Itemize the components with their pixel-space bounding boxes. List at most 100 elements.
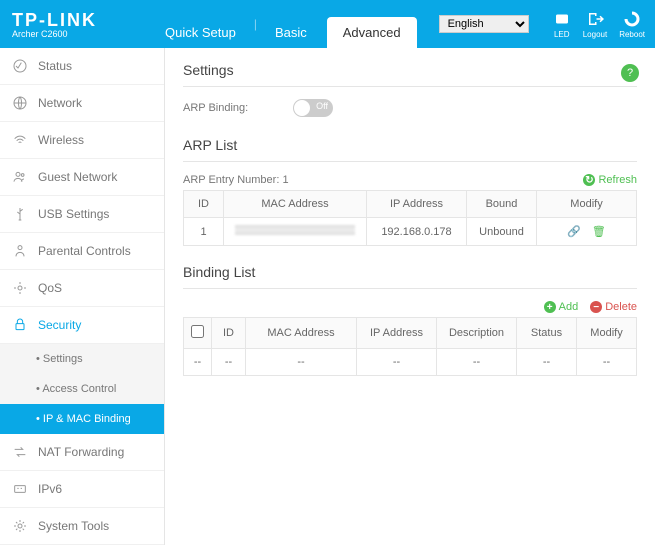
add-button[interactable]: +Add bbox=[544, 301, 579, 313]
nav-wireless-label: Wireless bbox=[38, 133, 84, 147]
language-select[interactable]: English bbox=[439, 15, 529, 33]
nav-nat[interactable]: NAT Forwarding bbox=[0, 434, 164, 471]
sidebar: Status Network Wireless Guest Network US… bbox=[0, 48, 165, 545]
binding-list-title: Binding List bbox=[183, 264, 637, 289]
subnav-settings[interactable]: Settings bbox=[0, 344, 164, 374]
arp-th-modify: Modify bbox=[537, 191, 637, 218]
arp-th-ip: IP Address bbox=[367, 191, 467, 218]
guest-icon bbox=[12, 169, 28, 185]
nav-network-label: Network bbox=[38, 96, 82, 110]
tab-quick-setup[interactable]: Quick Setup bbox=[149, 17, 252, 48]
logout-icon bbox=[586, 10, 604, 28]
bind-th-mac: MAC Address bbox=[246, 318, 357, 349]
arp-th-bound: Bound bbox=[467, 191, 537, 218]
subnav-ip-mac-binding[interactable]: IP & MAC Binding bbox=[0, 404, 164, 434]
nav-status-label: Status bbox=[38, 59, 72, 73]
bind-empty-check: -- bbox=[184, 349, 212, 376]
nav-nat-label: NAT Forwarding bbox=[38, 445, 124, 459]
refresh-icon: ↻ bbox=[583, 174, 595, 186]
arp-cell-bound: Unbound bbox=[467, 218, 537, 246]
nav-usb-label: USB Settings bbox=[38, 207, 109, 221]
arp-binding-toggle[interactable]: Off bbox=[293, 99, 333, 117]
arp-list-table: ID MAC Address IP Address Bound Modify 1… bbox=[183, 190, 637, 246]
nav-qos-label: QoS bbox=[38, 281, 62, 295]
logout-button[interactable]: Logout bbox=[583, 10, 607, 39]
delete-minus-icon: − bbox=[590, 301, 602, 313]
delete-icon[interactable]: 🗑 bbox=[592, 226, 606, 238]
arp-th-id: ID bbox=[184, 191, 224, 218]
nav-qos[interactable]: QoS bbox=[0, 270, 164, 307]
reboot-label: Reboot bbox=[619, 30, 645, 39]
led-icon bbox=[553, 10, 571, 28]
add-icon: + bbox=[544, 301, 556, 313]
arp-cell-modify: 🔗 🗑 bbox=[537, 218, 637, 246]
nav-wireless[interactable]: Wireless bbox=[0, 122, 164, 159]
arp-binding-label: ARP Binding: bbox=[183, 102, 293, 114]
arp-cell-id: 1 bbox=[184, 218, 224, 246]
toggle-off-text: Off bbox=[316, 101, 328, 111]
nav-parental-label: Parental Controls bbox=[38, 244, 131, 258]
reboot-button[interactable]: Reboot bbox=[619, 10, 645, 39]
led-label: LED bbox=[554, 30, 570, 39]
bind-empty-id: -- bbox=[212, 349, 246, 376]
nav-security-label: Security bbox=[38, 318, 81, 332]
nav-ipv6-label: IPv6 bbox=[38, 482, 62, 496]
security-icon bbox=[12, 317, 28, 333]
refresh-button[interactable]: ↻Refresh bbox=[583, 174, 637, 186]
arp-cell-mac bbox=[224, 218, 367, 246]
tab-basic[interactable]: Basic bbox=[259, 17, 323, 48]
nav-security[interactable]: Security bbox=[0, 307, 164, 344]
header-icons: LED Logout Reboot bbox=[553, 10, 645, 39]
bind-th-id: ID bbox=[212, 318, 246, 349]
qos-icon bbox=[12, 280, 28, 296]
arp-row: 1 192.168.0.178 Unbound 🔗 🗑 bbox=[184, 218, 637, 246]
ipv6-icon bbox=[12, 481, 28, 497]
arp-entry-count: ARP Entry Number: 1 bbox=[183, 174, 289, 186]
bind-th-desc: Description bbox=[437, 318, 517, 349]
arp-list-title: ARP List bbox=[183, 137, 637, 162]
subnav-access-control[interactable]: Access Control bbox=[0, 374, 164, 404]
bind-th-ip: IP Address bbox=[357, 318, 437, 349]
content: ? Settings ARP Binding: Off ARP List ARP… bbox=[165, 48, 655, 545]
nav-usb[interactable]: USB Settings bbox=[0, 196, 164, 233]
tab-advanced[interactable]: Advanced bbox=[327, 17, 417, 48]
binding-list-table: ID MAC Address IP Address Description St… bbox=[183, 317, 637, 376]
help-button[interactable]: ? bbox=[621, 64, 639, 82]
arp-cell-ip: 192.168.0.178 bbox=[367, 218, 467, 246]
network-icon bbox=[12, 95, 28, 111]
status-icon bbox=[12, 58, 28, 74]
settings-title: Settings bbox=[183, 62, 637, 87]
bind-icon[interactable]: 🔗 bbox=[567, 226, 581, 238]
delete-button[interactable]: −Delete bbox=[590, 301, 637, 313]
arp-th-mac: MAC Address bbox=[224, 191, 367, 218]
parental-icon bbox=[12, 243, 28, 259]
system-icon bbox=[12, 518, 28, 534]
bind-th-check bbox=[184, 318, 212, 349]
bind-th-status: Status bbox=[517, 318, 577, 349]
nav-parental[interactable]: Parental Controls bbox=[0, 233, 164, 270]
mac-blurred bbox=[235, 225, 355, 235]
nav-ipv6[interactable]: IPv6 bbox=[0, 471, 164, 508]
arp-binding-row: ARP Binding: Off bbox=[183, 99, 637, 117]
bind-empty-desc: -- bbox=[437, 349, 517, 376]
logo-model: Archer C2600 bbox=[12, 29, 97, 39]
bind-empty-modify: -- bbox=[577, 349, 637, 376]
bind-empty-status: -- bbox=[517, 349, 577, 376]
led-button[interactable]: LED bbox=[553, 10, 571, 39]
logo: TP-LINK Archer C2600 bbox=[12, 10, 97, 39]
binding-actions: +Add −Delete bbox=[183, 301, 637, 313]
logo-text: TP-LINK bbox=[12, 10, 97, 31]
bind-th-modify: Modify bbox=[577, 318, 637, 349]
nav-system-label: System Tools bbox=[38, 519, 109, 533]
nav-guest[interactable]: Guest Network bbox=[0, 159, 164, 196]
bind-empty-mac: -- bbox=[246, 349, 357, 376]
nat-icon bbox=[12, 444, 28, 460]
nav-system[interactable]: System Tools bbox=[0, 508, 164, 545]
tab-separator: | bbox=[254, 17, 257, 31]
select-all-checkbox[interactable] bbox=[191, 325, 204, 338]
nav-network[interactable]: Network bbox=[0, 85, 164, 122]
bind-empty-ip: -- bbox=[357, 349, 437, 376]
logout-label: Logout bbox=[583, 30, 607, 39]
nav-status[interactable]: Status bbox=[0, 48, 164, 85]
usb-icon bbox=[12, 206, 28, 222]
